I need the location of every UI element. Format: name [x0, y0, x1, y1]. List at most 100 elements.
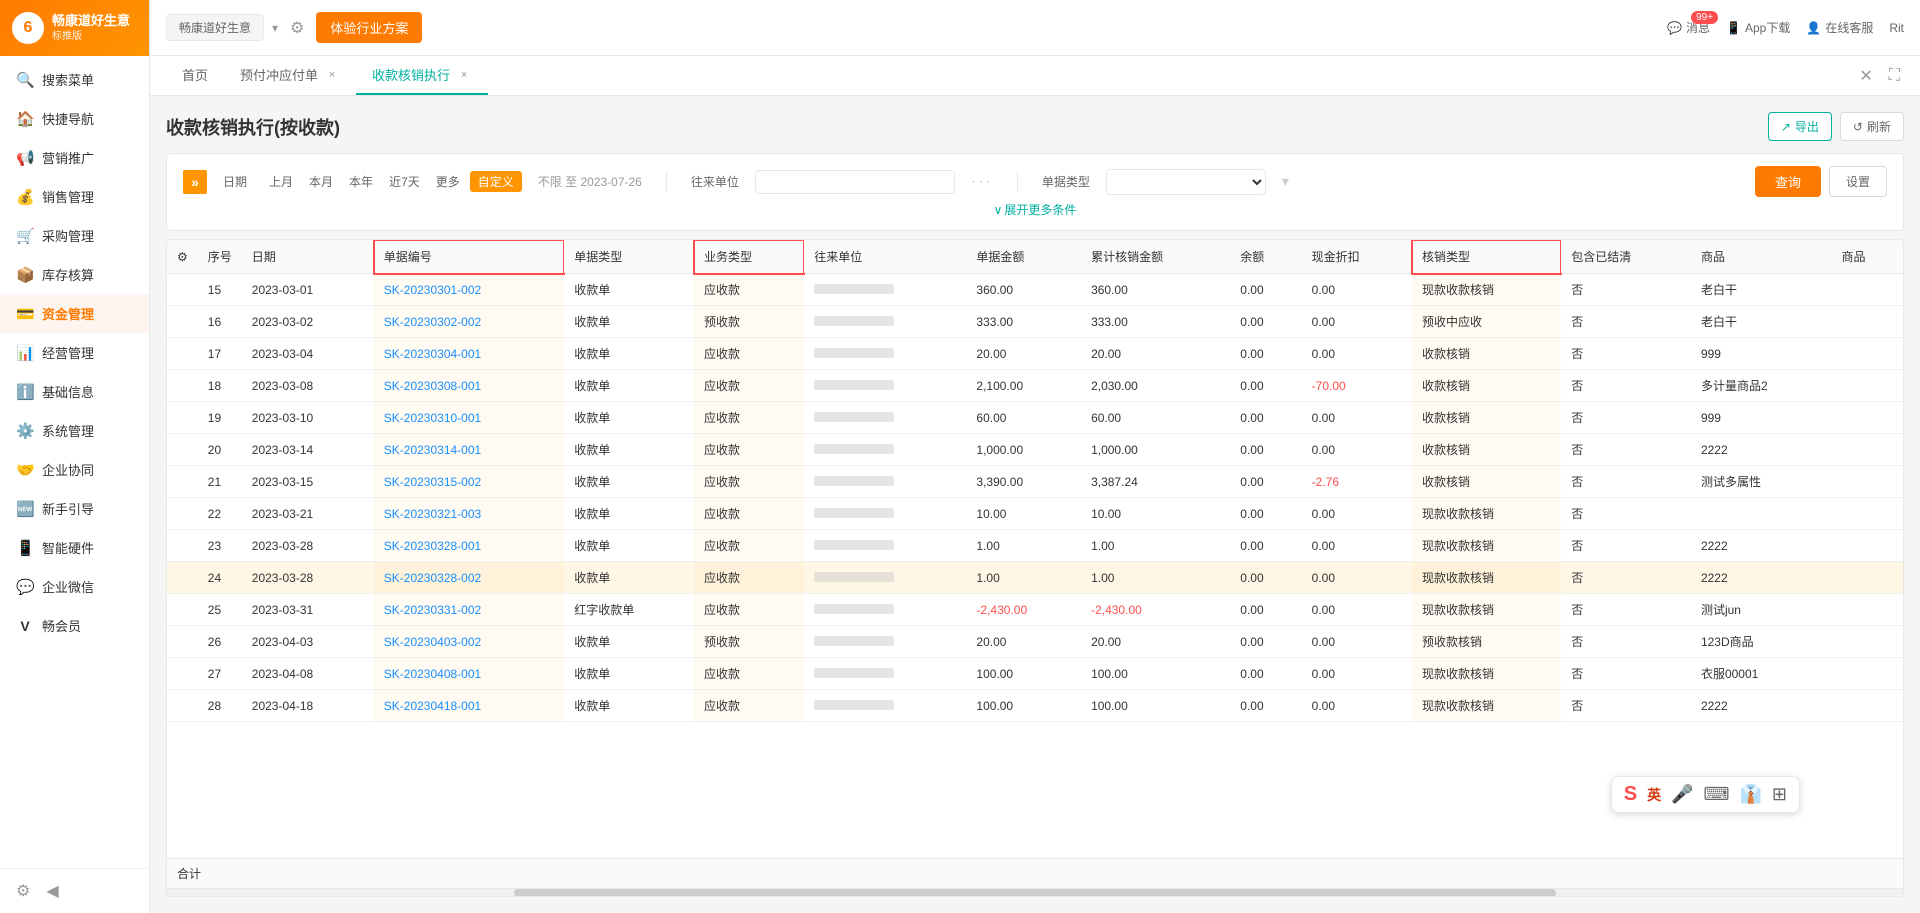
sidebar-item-guide[interactable]: 🆕 新手引导	[0, 489, 149, 528]
table-cell	[804, 370, 966, 402]
collapse-icon[interactable]: ◀	[46, 881, 58, 901]
doc-no-link[interactable]: SK-20230418-001	[384, 699, 481, 713]
table-row[interactable]: 182023-03-08SK-20230308-001收款单应收款2,100.0…	[167, 370, 1903, 402]
table-cell: 收款单	[564, 690, 694, 722]
topbar-gear-icon[interactable]: ⚙	[286, 14, 308, 42]
doc-no-link[interactable]: SK-20230321-003	[384, 507, 481, 521]
table-settings-col[interactable]: ⚙	[167, 240, 198, 274]
sidebar-item-search[interactable]: 🔍 搜索菜单	[0, 60, 149, 99]
doc-no-link[interactable]: SK-20230331-002	[384, 603, 481, 617]
doc-no-link[interactable]: SK-20230403-002	[384, 635, 481, 649]
table-cell: 应收款	[694, 274, 804, 306]
table-cell: 1.00	[966, 562, 1081, 594]
tab-prepay-close[interactable]: ×	[324, 67, 340, 83]
table-cell: 2023-03-15	[242, 466, 374, 498]
table-scrollbar[interactable]	[167, 888, 1903, 896]
doc-no-link[interactable]: SK-20230301-002	[384, 283, 481, 297]
table-row[interactable]: 262023-04-03SK-20230403-002收款单预收款20.0020…	[167, 626, 1903, 658]
table-row[interactable]: 272023-04-08SK-20230408-001收款单应收款100.001…	[167, 658, 1903, 690]
table-cell: SK-20230301-002	[374, 274, 564, 306]
refresh-button[interactable]: ↺ 刷新	[1840, 112, 1904, 141]
settings-footer-icon[interactable]: ⚙	[16, 881, 30, 901]
tab-collection[interactable]: 收款核销执行 ×	[356, 56, 488, 95]
date-btn-more[interactable]: 更多	[430, 171, 466, 192]
expand-tab-icon[interactable]: ⛶	[1885, 63, 1904, 89]
filter-expand-button[interactable]: »	[183, 170, 207, 194]
sidebar-item-sales[interactable]: 💰 销售管理	[0, 177, 149, 216]
tab-home[interactable]: 首页	[166, 56, 224, 95]
table-row[interactable]: 222023-03-21SK-20230321-003收款单应收款10.0010…	[167, 498, 1903, 530]
doc-no-link[interactable]: SK-20230315-002	[384, 475, 481, 489]
solution-button[interactable]: 体验行业方案	[316, 12, 422, 43]
sidebar-item-finance[interactable]: 💳 资金管理	[0, 294, 149, 333]
sidebar-item-basic[interactable]: ℹ️ 基础信息	[0, 372, 149, 411]
date-range-display: 不限 至 2023-07-26	[538, 173, 642, 190]
table-row[interactable]: 242023-03-28SK-20230328-002收款单应收款1.001.0…	[167, 562, 1903, 594]
doc-no-link[interactable]: SK-20230310-001	[384, 411, 481, 425]
table-cell: 123D商品	[1691, 626, 1832, 658]
app-download[interactable]: 📱 App下载	[1726, 19, 1790, 36]
sidebar-item-wechat[interactable]: 💬 企业微信	[0, 567, 149, 606]
table-cell: 0.00	[1302, 562, 1412, 594]
table-row[interactable]: 162023-03-02SK-20230302-002收款单预收款333.003…	[167, 306, 1903, 338]
expand-more-button[interactable]: ∨ 展开更多条件	[994, 201, 1077, 218]
receipt-type-select[interactable]	[1106, 169, 1266, 195]
tab-prepay[interactable]: 预付冲应付单 ×	[224, 56, 356, 95]
message-count: 99+	[1691, 11, 1718, 24]
query-button[interactable]: 查询	[1755, 166, 1821, 197]
table-row[interactable]: 232023-03-28SK-20230328-001收款单应收款1.001.0…	[167, 530, 1903, 562]
table-cell: 2,030.00	[1081, 370, 1230, 402]
topbar-breadcrumb[interactable]: 畅康道好生意	[166, 14, 264, 41]
message-badge[interactable]: 💬 消息 99+	[1667, 19, 1710, 36]
sidebar-item-label: 畅会员	[42, 616, 81, 635]
doc-no-link[interactable]: SK-20230302-002	[384, 315, 481, 329]
sidebar-item-hardware[interactable]: 📱 智能硬件	[0, 528, 149, 567]
service-label: 在线客服	[1825, 19, 1873, 36]
sidebar: 6 畅康道好生意 标推版 🔍 搜索菜单 🏠 快捷导航 📢 营销推广 💰 销售管理…	[0, 0, 150, 913]
date-btn-this-month[interactable]: 本月	[303, 171, 339, 192]
table-wrapper[interactable]: ⚙ 序号 日期 单据编号 单据类型 业务类型 往来单位 单据金额 累计核销金额 …	[167, 240, 1903, 858]
sidebar-item-quicknav[interactable]: 🏠 快捷导航	[0, 99, 149, 138]
table-row[interactable]: 172023-03-04SK-20230304-001收款单应收款20.0020…	[167, 338, 1903, 370]
sidebar-item-corp[interactable]: 🤝 企业协同	[0, 450, 149, 489]
date-btn-7days[interactable]: 近7天	[383, 171, 426, 192]
topbar-dropdown-icon[interactable]: ▾	[272, 21, 278, 35]
table-row[interactable]: 192023-03-10SK-20230310-001收款单应收款60.0060…	[167, 402, 1903, 434]
partner-filter-input[interactable]	[755, 170, 955, 194]
setting-button[interactable]: 设置	[1829, 166, 1887, 197]
date-btn-last-month[interactable]: 上月	[263, 171, 299, 192]
sidebar-item-vip[interactable]: V 畅会员	[0, 606, 149, 645]
table-cell: SK-20230418-001	[374, 690, 564, 722]
doc-no-link[interactable]: SK-20230304-001	[384, 347, 481, 361]
table-row[interactable]: 212023-03-15SK-20230315-002收款单应收款3,390.0…	[167, 466, 1903, 498]
table-row[interactable]: 202023-03-14SK-20230314-001收款单应收款1,000.0…	[167, 434, 1903, 466]
doc-no-link[interactable]: SK-20230408-001	[384, 667, 481, 681]
sidebar-item-purchase[interactable]: 🛒 采购管理	[0, 216, 149, 255]
float-shirt-icon[interactable]: 👔	[1739, 784, 1761, 805]
doc-no-link[interactable]: SK-20230328-002	[384, 571, 481, 585]
user-name[interactable]: Rit	[1889, 21, 1904, 35]
export-button[interactable]: ↗ 导出	[1768, 112, 1832, 141]
sidebar-item-system[interactable]: ⚙️ 系统管理	[0, 411, 149, 450]
table-row[interactable]: 252023-03-31SK-20230331-002红字收款单应收款-2,43…	[167, 594, 1903, 626]
doc-no-link[interactable]: SK-20230314-001	[384, 443, 481, 457]
doc-no-link[interactable]: SK-20230308-001	[384, 379, 481, 393]
float-english-label[interactable]: 英	[1647, 785, 1661, 805]
close-all-icon[interactable]: ✕	[1855, 62, 1876, 90]
online-service[interactable]: 👤 在线客服	[1806, 19, 1873, 36]
float-grid-icon[interactable]: ⊞	[1772, 784, 1787, 805]
sidebar-item-operation[interactable]: 📊 经营管理	[0, 333, 149, 372]
sidebar-item-inventory[interactable]: 📦 库存核算	[0, 255, 149, 294]
float-mic-icon[interactable]: 🎤	[1671, 784, 1693, 805]
tab-collection-close[interactable]: ×	[456, 67, 472, 83]
date-btn-custom[interactable]: 自定义	[470, 171, 522, 192]
date-btn-this-year[interactable]: 本年	[343, 171, 379, 192]
table-row[interactable]: 282023-04-18SK-20230418-001收款单应收款100.001…	[167, 690, 1903, 722]
doc-no-link[interactable]: SK-20230328-001	[384, 539, 481, 553]
sidebar-item-marketing[interactable]: 📢 营销推广	[0, 138, 149, 177]
float-keyboard-icon[interactable]: ⌨	[1704, 784, 1730, 805]
table-scrollbar-thumb[interactable]	[514, 889, 1556, 897]
data-table: ⚙ 序号 日期 单据编号 单据类型 业务类型 往来单位 单据金额 累计核销金额 …	[167, 240, 1903, 722]
sidebar-item-label: 企业微信	[42, 577, 94, 596]
table-row[interactable]: 152023-03-01SK-20230301-002收款单应收款360.003…	[167, 274, 1903, 306]
